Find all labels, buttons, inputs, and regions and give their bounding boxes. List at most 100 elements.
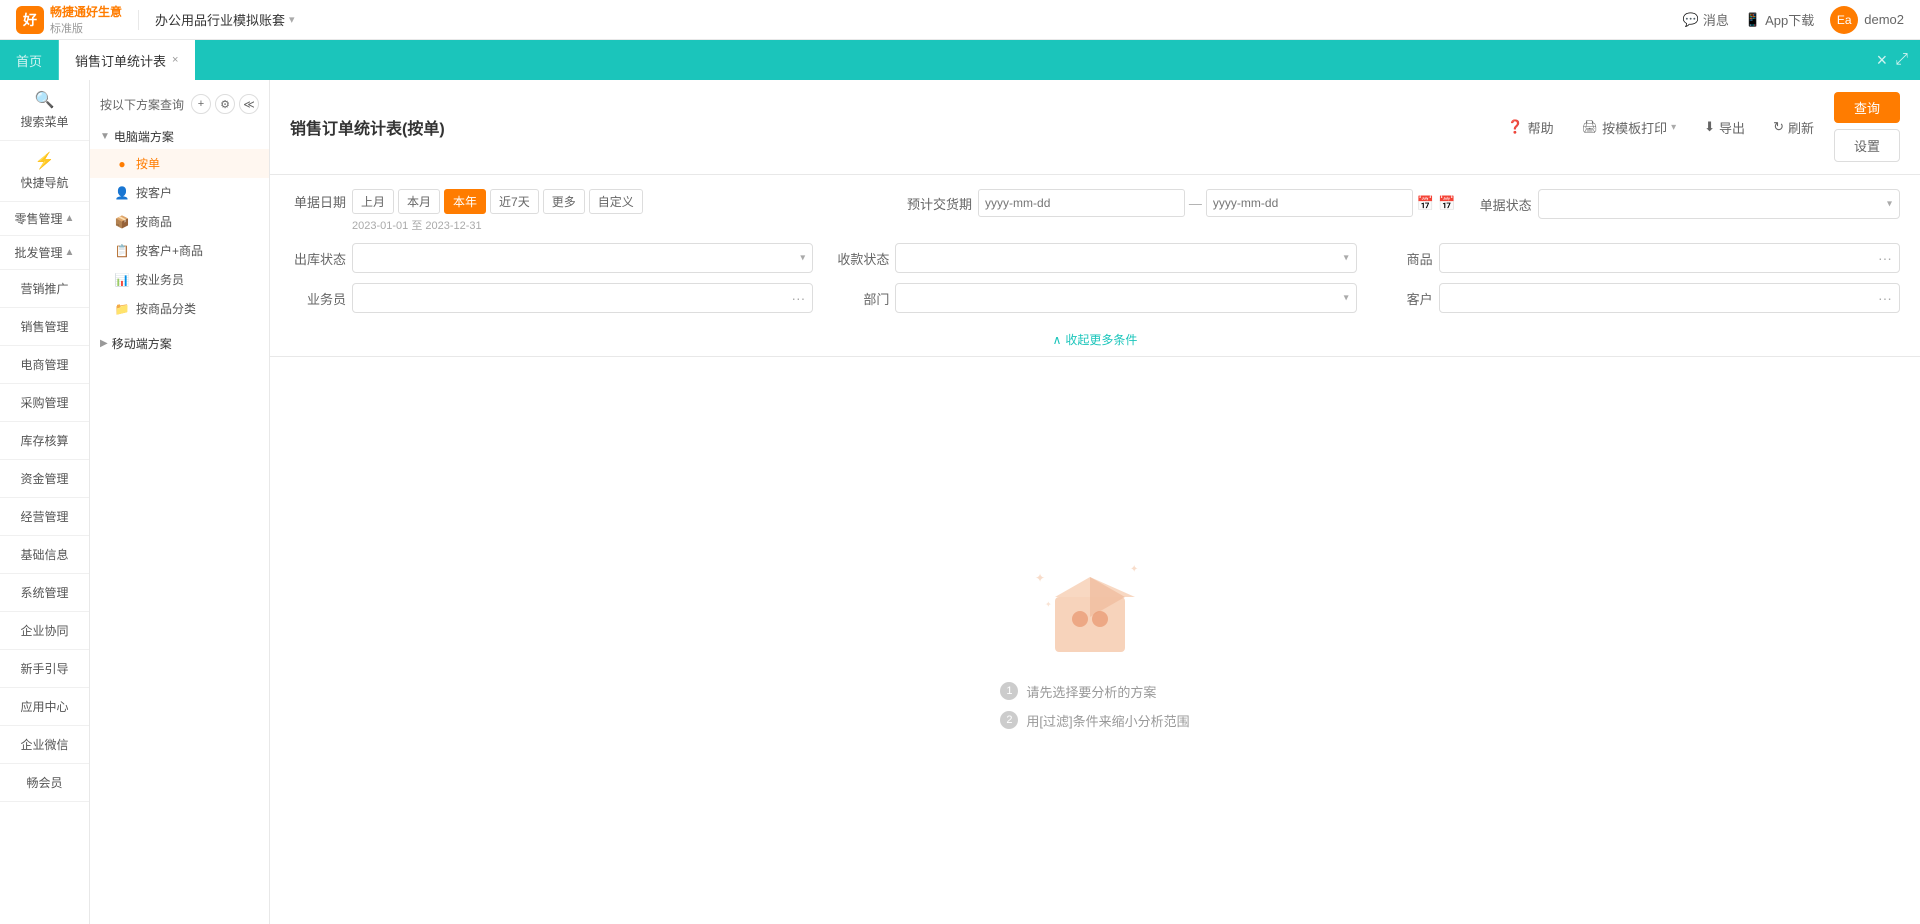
sidebar-item-finance-mgmt[interactable]: 资金管理: [0, 460, 89, 498]
goods-more-btn[interactable]: ···: [1878, 250, 1892, 266]
date-range-sep: —: [1189, 196, 1202, 211]
department-label: 部门: [833, 289, 889, 308]
tab-close-window-btn[interactable]: ×: [1877, 50, 1888, 71]
sidebar-item-inventory-calc[interactable]: 库存核算: [0, 422, 89, 460]
pc-scheme-group: ▼ 电脑端方案 ● 按单 👤 按客户 📦 按商品 📋 按客户+商品: [90, 120, 269, 327]
scheme-panel: 按以下方案查询 + ⚙ ≪ ▼ 电脑端方案 ● 按单 👤 按客: [90, 80, 270, 924]
user-profile-btn[interactable]: Ea demo2: [1830, 6, 1904, 34]
add-scheme-btn[interactable]: +: [191, 94, 211, 114]
expected-date-to[interactable]: [1206, 189, 1413, 217]
refresh-btn[interactable]: ↻ 刷新: [1765, 114, 1822, 141]
date-btn-custom[interactable]: 自定义: [589, 189, 643, 214]
date-btn-this-month[interactable]: 本月: [398, 189, 440, 214]
date-btn-7days[interactable]: 近7天: [490, 189, 539, 214]
sidebar-item-basic-info[interactable]: 基础信息: [0, 536, 89, 574]
payment-status-label: 收款状态: [833, 249, 889, 268]
sidebar-item-member[interactable]: 畅会员: [0, 764, 89, 802]
collapse-icon: ∧: [1053, 333, 1062, 347]
sidebar-item-wholesale-mgmt[interactable]: 批发管理 ▲: [0, 236, 89, 270]
sidebar-item-marketing[interactable]: 营销推广: [0, 270, 89, 308]
calendar-icon-from[interactable]: 📅: [1417, 195, 1434, 212]
collapse-scheme-btn[interactable]: ≪: [239, 94, 259, 114]
quick-nav-icon: ⚡: [35, 151, 55, 171]
svg-text:✦: ✦: [1045, 600, 1052, 609]
pc-scheme-collapse-icon: ▼: [100, 131, 110, 142]
export-icon: ⬇: [1704, 119, 1715, 135]
settings-btn[interactable]: 设置: [1834, 129, 1900, 162]
salesperson-more-btn[interactable]: ···: [791, 290, 805, 306]
scheme-item-by-salesperson[interactable]: 📊 按业务员: [90, 265, 269, 294]
expected-date-label: 预计交货期: [904, 194, 972, 213]
app-logo-text: 畅捷通好生意 标准版: [50, 3, 122, 36]
empty-hint-1: 1 请先选择要分析的方案: [1000, 682, 1189, 701]
payment-status-select[interactable]: [895, 243, 1356, 273]
query-btn[interactable]: 查询: [1834, 92, 1900, 123]
tab-expand-btn[interactable]: ⤢: [1895, 51, 1908, 69]
date-btn-last-month[interactable]: 上月: [352, 189, 394, 214]
scheme-item-by-order[interactable]: ● 按单: [90, 149, 269, 178]
goods-label: 商品: [1377, 249, 1433, 268]
template-print-btn[interactable]: 🖨 按模板打印 ▾: [1574, 114, 1685, 141]
export-btn[interactable]: ⬇ 导出: [1696, 114, 1753, 141]
download-icon: 📱: [1745, 12, 1761, 28]
ship-status-arrow: ▾: [800, 253, 805, 264]
tab-bar: 首页 销售订单统计表 × × ⤢: [0, 40, 1920, 80]
page-header: 销售订单统计表(按单) ❓ 帮助 🖨 按模板打印 ▾ ⬇ 导出: [270, 80, 1920, 175]
date-btn-this-year[interactable]: 本年: [444, 189, 486, 214]
sidebar-item-search-menu[interactable]: 🔍 搜索菜单: [0, 80, 89, 141]
print-arrow-icon: ▾: [1671, 122, 1676, 133]
sidebar-item-new-user-guide[interactable]: 新手引导: [0, 650, 89, 688]
date-btn-more[interactable]: 更多: [543, 189, 585, 214]
message-btn[interactable]: 💬 消息: [1683, 10, 1729, 29]
sidebar-item-retail-mgmt[interactable]: 零售管理 ▲: [0, 202, 89, 236]
svg-text:✦: ✦: [1130, 564, 1138, 575]
settings-scheme-btn[interactable]: ⚙: [215, 94, 235, 114]
app-download-btn[interactable]: 📱 App下载: [1745, 10, 1814, 29]
sidebar-item-sales-mgmt[interactable]: 销售管理: [0, 308, 89, 346]
salesperson-select[interactable]: [352, 283, 813, 313]
scheme-item-by-customer[interactable]: 👤 按客户: [90, 178, 269, 207]
department-select[interactable]: [895, 283, 1356, 313]
wholesale-expand-icon: ▲: [65, 247, 75, 258]
print-icon: 🖨: [1582, 119, 1599, 135]
sidebar-item-system-mgmt[interactable]: 系统管理: [0, 574, 89, 612]
sidebar-item-ecommerce-mgmt[interactable]: 电商管理: [0, 346, 89, 384]
avatar: Ea: [1830, 6, 1858, 34]
help-btn[interactable]: ❓ 帮助: [1499, 114, 1561, 141]
ship-status-select[interactable]: [352, 243, 813, 273]
order-status-select[interactable]: [1538, 189, 1900, 219]
scheme-item-by-product-category[interactable]: 📁 按商品分类: [90, 294, 269, 323]
sidebar-item-quick-nav[interactable]: ⚡ 快捷导航: [0, 141, 89, 202]
help-icon: ❓: [1507, 119, 1523, 135]
sidebar-item-purchase-mgmt[interactable]: 采购管理: [0, 384, 89, 422]
by-customer-icon: 👤: [114, 185, 130, 201]
svg-text:✦: ✦: [1035, 571, 1045, 585]
mobile-scheme-group: ▶ 移动端方案: [90, 327, 269, 360]
customer-select[interactable]: [1439, 283, 1900, 313]
hint-num-1: 1: [1000, 682, 1018, 700]
calendar-icon-to[interactable]: 📅: [1438, 195, 1455, 212]
sidebar-item-app-center[interactable]: 应用中心: [0, 688, 89, 726]
collapse-bar[interactable]: ∧ 收起更多条件: [270, 323, 1920, 357]
sidebar-item-enterprise-collab[interactable]: 企业协同: [0, 612, 89, 650]
tab-close-btn[interactable]: ×: [172, 54, 178, 66]
expected-date-from[interactable]: [978, 189, 1185, 217]
page-title: 销售订单统计表(按单): [290, 115, 445, 139]
customer-more-btn[interactable]: ···: [1878, 290, 1892, 306]
ship-status-label: 出库状态: [290, 249, 346, 268]
pc-scheme-group-header[interactable]: ▼ 电脑端方案: [90, 124, 269, 149]
sidebar-item-enterprise-wechat[interactable]: 企业微信: [0, 726, 89, 764]
department-arrow: ▾: [1344, 293, 1349, 304]
mobile-scheme-group-header[interactable]: ▶ 移动端方案: [90, 331, 269, 356]
breadcrumb[interactable]: 办公用品行业模拟账套 ▾: [155, 10, 295, 29]
by-product-icon: 📦: [114, 214, 130, 230]
empty-hint-2: 2 用[过滤]条件来缩小分析范围: [1000, 711, 1189, 730]
tab-sales-order-stat[interactable]: 销售订单统计表 ×: [59, 40, 195, 80]
tab-home[interactable]: 首页: [0, 40, 59, 80]
goods-select[interactable]: [1439, 243, 1900, 273]
filter-section: 单据日期 上月 本月 本年 近7天 更多 自定义 2023-01-01 至 20…: [270, 175, 1920, 323]
scheme-item-by-product[interactable]: 📦 按商品: [90, 207, 269, 236]
by-customer-product-icon: 📋: [114, 243, 130, 259]
sidebar-item-ops-mgmt[interactable]: 经营管理: [0, 498, 89, 536]
scheme-item-by-customer-product[interactable]: 📋 按客户+商品: [90, 236, 269, 265]
